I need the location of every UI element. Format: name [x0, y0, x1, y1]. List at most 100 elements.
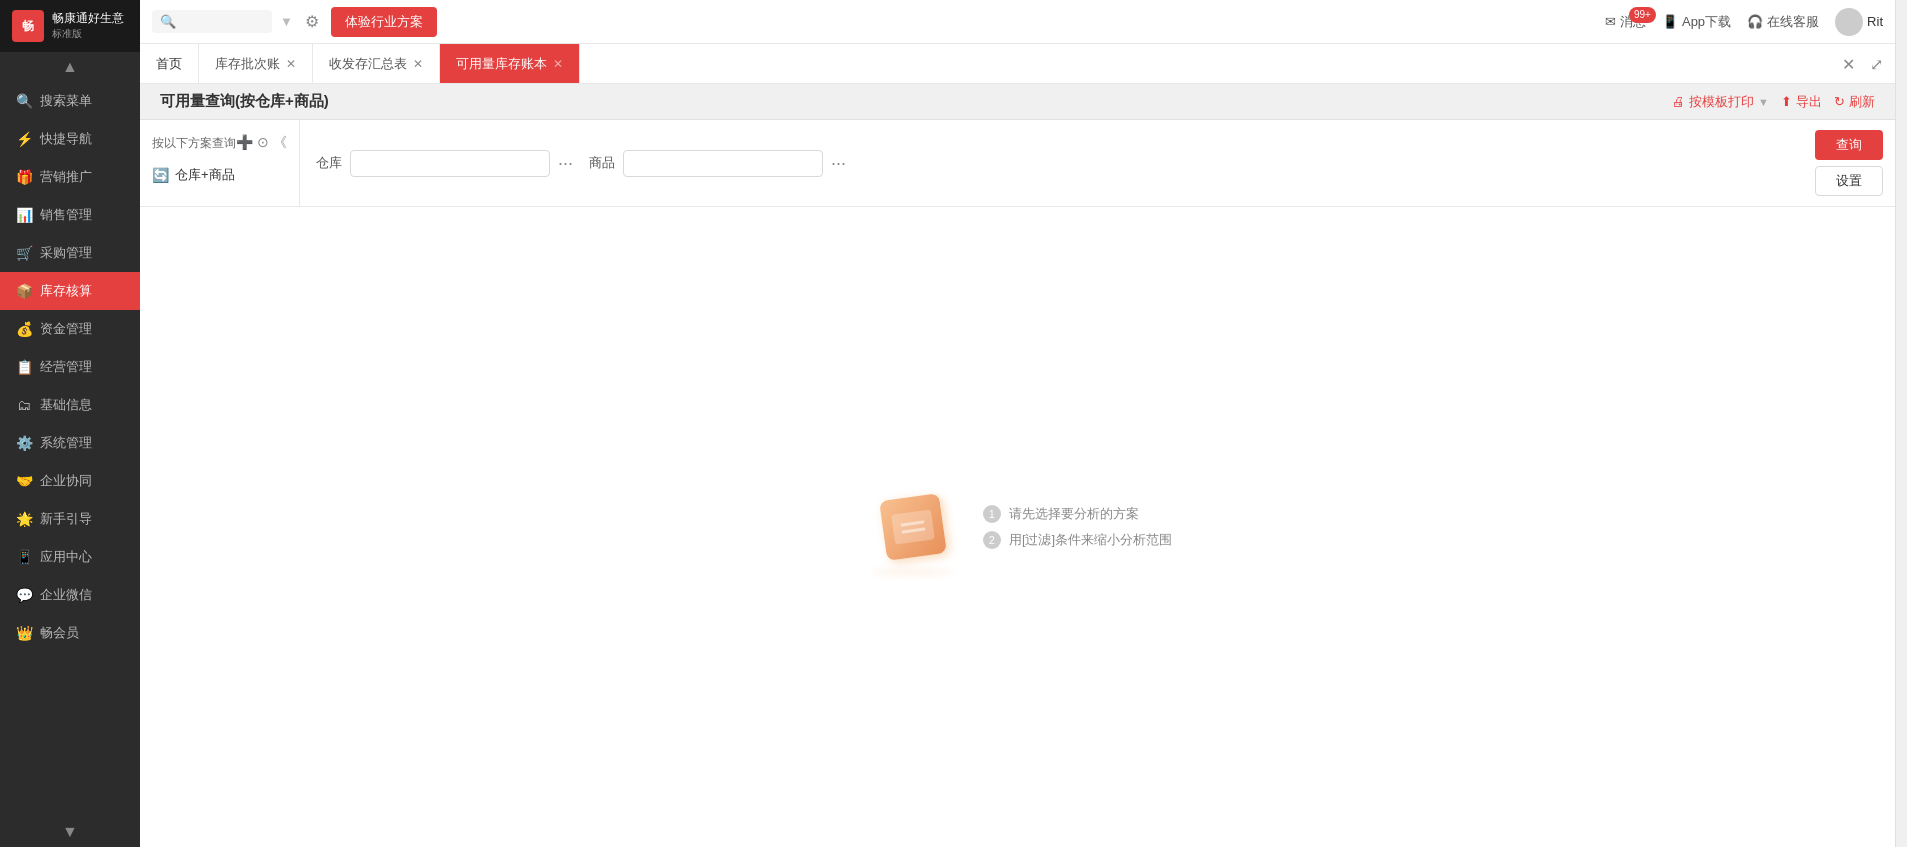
sidebar-item-member[interactable]: 👑 畅会员 [0, 614, 140, 652]
collapse-icon[interactable]: 《 [273, 134, 287, 152]
tip-text-2: 用[过滤]条件来缩小分析范围 [1009, 531, 1172, 549]
username-label: Rit [1867, 14, 1883, 29]
print-icon: 🖨 [1672, 94, 1685, 109]
sidebar-item-search[interactable]: 🔍 搜索菜单 [0, 82, 140, 120]
sidebar: 畅 畅康通好生意 标准版 ▲ 🔍 搜索菜单 ⚡ 快捷导航 🎁 营销推广 📊 销售… [0, 0, 140, 847]
scheme-item-warehouse-goods[interactable]: 🔄 仓库+商品 [140, 160, 299, 190]
avatar [1835, 8, 1863, 36]
print-action[interactable]: 🖨 按模板打印 ▼ [1672, 93, 1769, 111]
app-download-button[interactable]: 📱 App下载 [1662, 13, 1731, 31]
sidebar-nav: 🔍 搜索菜单 ⚡ 快捷导航 🎁 营销推广 📊 销售管理 🛒 采购管理 📦 库存核… [0, 82, 140, 817]
warehouse-label: 仓库 [316, 154, 342, 172]
online-service-button[interactable]: 🎧 在线客服 [1747, 13, 1819, 31]
query-sidebar-header: 按以下方案查询 ➕ ⊙ 《 [140, 130, 299, 160]
sidebar-item-finance[interactable]: 💰 资金管理 [0, 310, 140, 348]
tab-available-close-icon[interactable]: ✕ [553, 57, 563, 71]
sidebar-label-marketing: 营销推广 [40, 168, 92, 186]
tip-num-2: 2 [983, 531, 1001, 549]
marketing-icon: 🎁 [16, 169, 32, 185]
scheme-item-label: 仓库+商品 [175, 166, 235, 184]
tabbar-close-button[interactable]: ✕ [1842, 54, 1855, 73]
tip-text-1: 请先选择要分析的方案 [1009, 505, 1139, 523]
tabbar-resize-button[interactable]: ⤢ [1870, 54, 1883, 73]
warehouse-input[interactable] [350, 150, 550, 177]
sidebar-item-inventory[interactable]: 📦 库存核算 [0, 272, 140, 310]
tab-available-label: 可用量库存账本 [456, 55, 547, 73]
add-scheme-icon[interactable]: ➕ [236, 134, 253, 152]
settings-scheme-icon[interactable]: ⊙ [257, 134, 269, 152]
empty-tips: 1 请先选择要分析的方案 2 用[过滤]条件来缩小分析范围 [983, 505, 1172, 549]
sidebar-subtitle: 标准版 [52, 27, 124, 41]
tab-summary-label: 收发存汇总表 [329, 55, 407, 73]
topbar-search-input[interactable] [180, 15, 260, 29]
sidebar-label-appcenter: 应用中心 [40, 548, 92, 566]
user-menu-button[interactable]: Rit [1835, 8, 1883, 36]
sidebar-item-purchase[interactable]: 🛒 采购管理 [0, 234, 140, 272]
search-icon: 🔍 [16, 93, 32, 109]
sidebar-label-sales: 销售管理 [40, 206, 92, 224]
sidebar-item-wechat[interactable]: 💬 企业微信 [0, 576, 140, 614]
tab-summary[interactable]: 收发存汇总表 ✕ [313, 44, 440, 83]
content-header: 可用量查询(按仓库+商品) 🖨 按模板打印 ▼ ⬆ 导出 ↻ 刷新 [140, 84, 1895, 120]
message-badge: 99+ [1629, 7, 1656, 23]
topbar-search-box: 🔍 [152, 10, 272, 33]
goods-label: 商品 [589, 154, 615, 172]
tab-batch-label: 库存批次账 [215, 55, 280, 73]
refresh-action[interactable]: ↻ 刷新 [1834, 93, 1875, 111]
sidebar-item-system[interactable]: ⚙️ 系统管理 [0, 424, 140, 462]
shortcut-icon: ⚡ [16, 131, 32, 147]
query-button[interactable]: 查询 [1815, 130, 1883, 160]
tabbar: 首页 库存批次账 ✕ 收发存汇总表 ✕ 可用量库存账本 ✕ ✕ ⤢ [140, 44, 1895, 84]
sidebar-item-enterprise[interactable]: 🤝 企业协同 [0, 462, 140, 500]
sidebar-label-basic: 基础信息 [40, 396, 92, 414]
message-button[interactable]: ✉ 消息 99+ [1605, 13, 1646, 31]
sidebar-label-enterprise: 企业协同 [40, 472, 92, 490]
export-action[interactable]: ⬆ 导出 [1781, 93, 1822, 111]
warehouse-more-icon[interactable]: ··· [558, 154, 573, 172]
sidebar-item-appcenter[interactable]: 📱 应用中心 [0, 538, 140, 576]
chevron-down-icon: ▼ [1758, 96, 1769, 108]
inventory-icon: 📦 [16, 283, 32, 299]
scheme-item-icon: 🔄 [152, 167, 169, 183]
industry-solution-button[interactable]: 体验行业方案 [331, 7, 437, 37]
sidebar-item-operation[interactable]: 📋 经营管理 [0, 348, 140, 386]
topbar-gear-icon[interactable]: ⚙ [301, 8, 323, 35]
query-sidebar-label: 按以下方案查询 [152, 135, 236, 152]
tab-summary-close-icon[interactable]: ✕ [413, 57, 423, 71]
tip-num-1: 1 [983, 505, 1001, 523]
dropdown-arrow-icon[interactable]: ▼ [280, 14, 293, 29]
sidebar-item-shortcut[interactable]: ⚡ 快捷导航 [0, 120, 140, 158]
tab-home[interactable]: 首页 [140, 44, 199, 83]
right-scrollbar[interactable] [1895, 0, 1907, 847]
settings-button[interactable]: 设置 [1815, 166, 1883, 196]
query-sidebar-actions: ➕ ⊙ 《 [236, 134, 287, 152]
sidebar-item-sales[interactable]: 📊 销售管理 [0, 196, 140, 234]
finance-icon: 💰 [16, 321, 32, 337]
query-area: 按以下方案查询 ➕ ⊙ 《 🔄 仓库+商品 仓库 ··· 商品 · [140, 120, 1895, 207]
sidebar-header: 畅 畅康通好生意 标准版 [0, 0, 140, 52]
sidebar-item-newguide[interactable]: 🌟 新手引导 [0, 500, 140, 538]
sidebar-title: 畅康通好生意 [52, 11, 124, 27]
tab-batch-close-icon[interactable]: ✕ [286, 57, 296, 71]
sidebar-label-shortcut: 快捷导航 [40, 130, 92, 148]
sidebar-label-wechat: 企业微信 [40, 586, 92, 604]
sidebar-logo: 畅 [12, 10, 44, 42]
goods-more-icon[interactable]: ··· [831, 154, 846, 172]
goods-filter-field: 商品 ··· [589, 150, 846, 177]
topbar-right-actions: ✉ 消息 99+ 📱 App下载 🎧 在线客服 Rit [1605, 8, 1883, 36]
sidebar-item-basic[interactable]: 🗂 基础信息 [0, 386, 140, 424]
main-area: 🔍 ▼ ⚙ 体验行业方案 ✉ 消息 99+ 📱 App下载 🎧 在线客服 Rit [140, 0, 1895, 847]
page-title: 可用量查询(按仓库+商品) [160, 92, 329, 111]
query-actions: 查询 设置 [1803, 120, 1895, 206]
goods-input[interactable] [623, 150, 823, 177]
tab-batch[interactable]: 库存批次账 ✕ [199, 44, 313, 83]
tab-available[interactable]: 可用量库存账本 ✕ [440, 44, 580, 83]
query-main-filters: 仓库 ··· 商品 ··· [300, 120, 1803, 206]
sidebar-item-marketing[interactable]: 🎁 营销推广 [0, 158, 140, 196]
newguide-icon: 🌟 [16, 511, 32, 527]
sidebar-scroll-up[interactable]: ▲ [0, 52, 140, 82]
tab-home-label: 首页 [156, 55, 182, 73]
empty-tip-1: 1 请先选择要分析的方案 [983, 505, 1172, 523]
sidebar-scroll-down[interactable]: ▼ [0, 817, 140, 847]
warehouse-filter-field: 仓库 ··· [316, 150, 573, 177]
